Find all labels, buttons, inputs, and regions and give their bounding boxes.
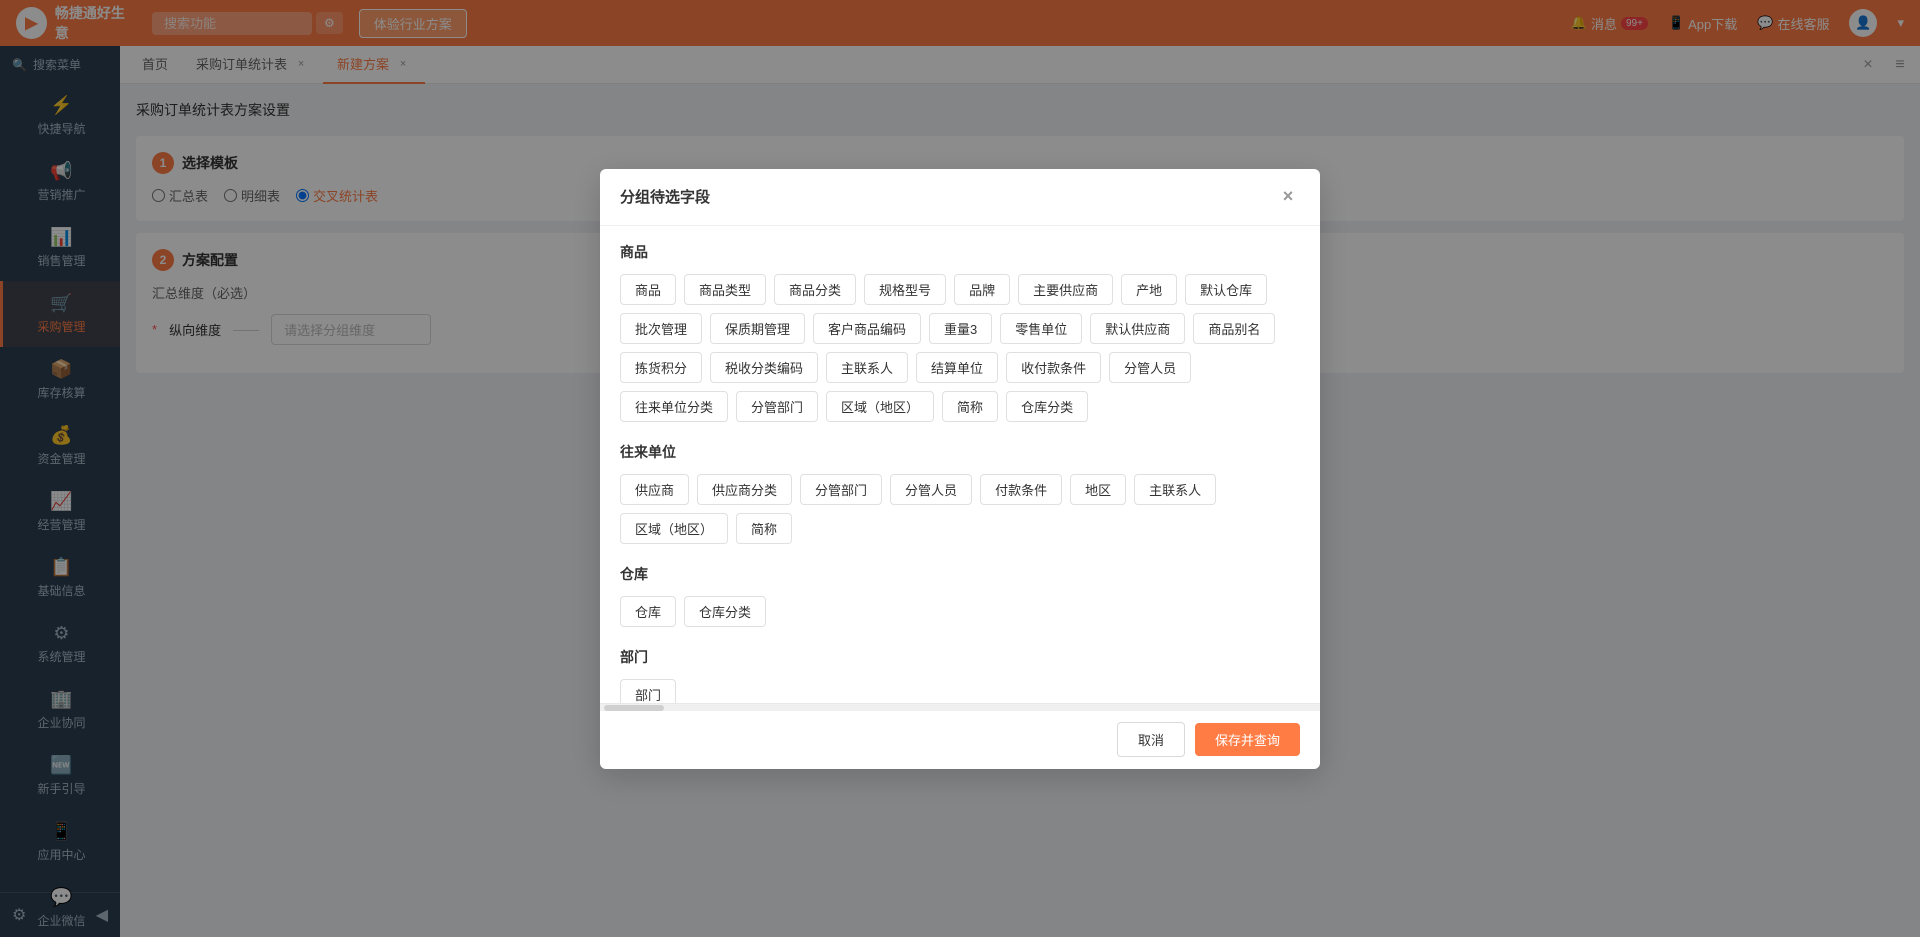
field-tag-supervisor-staff[interactable]: 分管人员 bbox=[1109, 352, 1191, 383]
field-tag-pick-score[interactable]: 拣货积分 bbox=[620, 352, 702, 383]
field-tag-default-supplier[interactable]: 默认供应商 bbox=[1090, 313, 1185, 344]
section-warehouse-title: 仓库 bbox=[620, 564, 1300, 584]
field-tag-main-contact-partner[interactable]: 主联系人 bbox=[1134, 474, 1216, 505]
field-tag-payment-terms[interactable]: 收付款条件 bbox=[1006, 352, 1101, 383]
section-goods-title: 商品 bbox=[620, 242, 1300, 262]
section-goods-fields: 商品 商品类型 商品分类 规格型号 品牌 主要供应商 产地 默认仓库 批次管理 … bbox=[620, 274, 1300, 422]
field-tag-spec-model[interactable]: 规格型号 bbox=[864, 274, 946, 305]
field-tag-warehouse-cat-goods[interactable]: 仓库分类 bbox=[1006, 391, 1088, 422]
field-tag-dept-goods[interactable]: 分管部门 bbox=[736, 391, 818, 422]
field-tag-region-partner[interactable]: 地区 bbox=[1070, 474, 1126, 505]
section-department: 部门 部门 bbox=[620, 647, 1300, 703]
field-tag-warehouse-category[interactable]: 仓库分类 bbox=[684, 596, 766, 627]
field-tag-customer-code[interactable]: 客户商品编码 bbox=[813, 313, 921, 344]
section-warehouse: 仓库 仓库 仓库分类 bbox=[620, 564, 1300, 627]
field-tag-goods[interactable]: 商品 bbox=[620, 274, 676, 305]
field-tag-default-warehouse[interactable]: 默认仓库 bbox=[1185, 274, 1267, 305]
field-tag-goods-category[interactable]: 商品分类 bbox=[774, 274, 856, 305]
cancel-button[interactable]: 取消 bbox=[1117, 722, 1185, 757]
modal-body[interactable]: 商品 商品 商品类型 商品分类 规格型号 品牌 主要供应商 产地 默认仓库 批次… bbox=[600, 226, 1320, 703]
field-tag-supplier-category[interactable]: 供应商分类 bbox=[697, 474, 792, 505]
field-tag-settle-unit[interactable]: 结算单位 bbox=[916, 352, 998, 383]
section-warehouse-fields: 仓库 仓库分类 bbox=[620, 596, 1300, 627]
field-tag-abbr-goods[interactable]: 简称 bbox=[942, 391, 998, 422]
field-tag-retail-unit[interactable]: 零售单位 bbox=[1000, 313, 1082, 344]
field-tag-goods-alias[interactable]: 商品别名 bbox=[1193, 313, 1275, 344]
section-partner-title: 往来单位 bbox=[620, 442, 1300, 462]
modal-hscrollbar[interactable] bbox=[600, 703, 1320, 709]
field-tag-origin[interactable]: 产地 bbox=[1121, 274, 1177, 305]
field-tag-batch-mgmt[interactable]: 批次管理 bbox=[620, 313, 702, 344]
field-tag-dept-partner[interactable]: 分管部门 bbox=[800, 474, 882, 505]
modal-close-btn[interactable]: × bbox=[1276, 185, 1300, 209]
field-tag-brand[interactable]: 品牌 bbox=[954, 274, 1010, 305]
field-tag-weight3[interactable]: 重量3 bbox=[929, 313, 992, 344]
modal-footer: 取消 保存并查询 bbox=[600, 709, 1320, 769]
modal-overlay: 分组待选字段 × 商品 商品 商品类型 商品分类 规格型号 品牌 主要供应商 产… bbox=[0, 0, 1920, 937]
field-select-modal: 分组待选字段 × 商品 商品 商品类型 商品分类 规格型号 品牌 主要供应商 产… bbox=[600, 169, 1320, 769]
modal-title: 分组待选字段 bbox=[620, 186, 710, 207]
section-partner: 往来单位 供应商 供应商分类 分管部门 分管人员 付款条件 地区 主联系人 区域… bbox=[620, 442, 1300, 544]
field-tag-main-contact[interactable]: 主联系人 bbox=[826, 352, 908, 383]
field-tag-supplier[interactable]: 供应商 bbox=[620, 474, 689, 505]
section-partner-fields: 供应商 供应商分类 分管部门 分管人员 付款条件 地区 主联系人 区域（地区） … bbox=[620, 474, 1300, 544]
field-tag-shelf-life[interactable]: 保质期管理 bbox=[710, 313, 805, 344]
field-tag-payment-condition[interactable]: 付款条件 bbox=[980, 474, 1062, 505]
field-tag-goods-type[interactable]: 商品类型 bbox=[684, 274, 766, 305]
field-tag-partner-category[interactable]: 往来单位分类 bbox=[620, 391, 728, 422]
field-tag-main-supplier[interactable]: 主要供应商 bbox=[1018, 274, 1113, 305]
modal-header: 分组待选字段 × bbox=[600, 169, 1320, 226]
save-query-button[interactable]: 保存并查询 bbox=[1195, 723, 1300, 756]
field-tag-department[interactable]: 部门 bbox=[620, 679, 676, 703]
section-department-fields: 部门 bbox=[620, 679, 1300, 703]
field-tag-abbr-partner[interactable]: 简称 bbox=[736, 513, 792, 544]
field-tag-supervisor-partner[interactable]: 分管人员 bbox=[890, 474, 972, 505]
section-department-title: 部门 bbox=[620, 647, 1300, 667]
field-tag-area-partner[interactable]: 区域（地区） bbox=[620, 513, 728, 544]
field-tag-warehouse[interactable]: 仓库 bbox=[620, 596, 676, 627]
section-goods: 商品 商品 商品类型 商品分类 规格型号 品牌 主要供应商 产地 默认仓库 批次… bbox=[620, 242, 1300, 422]
field-tag-region-goods[interactable]: 区域（地区） bbox=[826, 391, 934, 422]
field-tag-tax-code[interactable]: 税收分类编码 bbox=[710, 352, 818, 383]
